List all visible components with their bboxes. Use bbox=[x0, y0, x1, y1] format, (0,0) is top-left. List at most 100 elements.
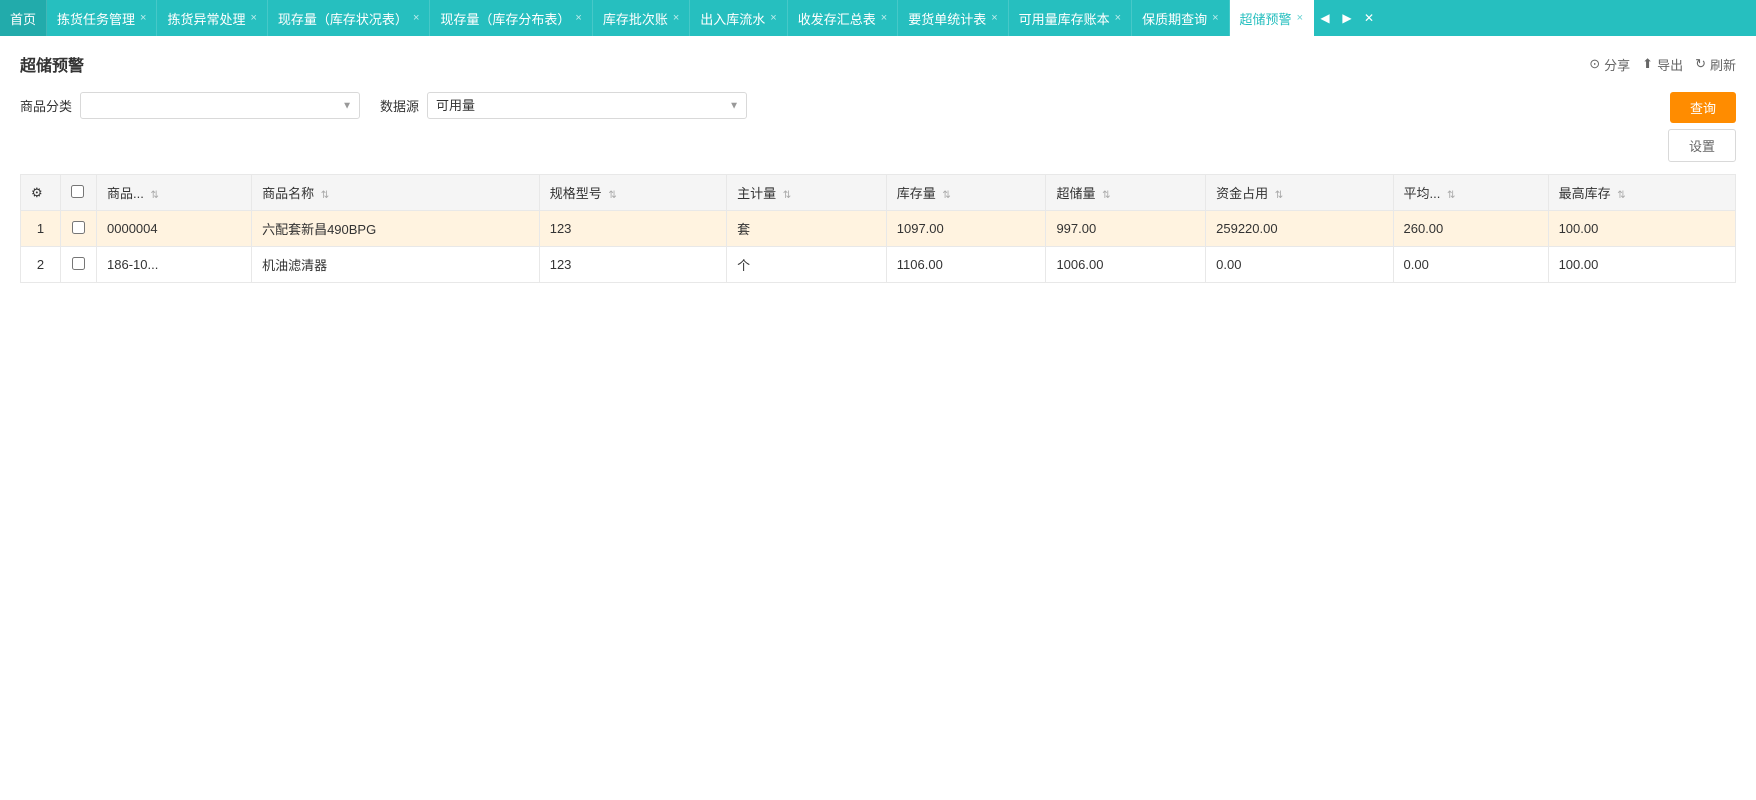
filter-group: 商品分类 数据源 可用量 库存量 bbox=[20, 92, 747, 119]
nav-next-button[interactable]: ▶ bbox=[1336, 0, 1358, 36]
col-checkbox bbox=[61, 175, 97, 211]
table-row: 2 186-10... 机油滤清器 123 个 1106.00 1006.00 … bbox=[21, 247, 1736, 283]
row-checkbox-cell bbox=[61, 211, 97, 247]
data-table: ⚙ 商品... ⇅ 商品名称 ⇅ 规格型号 ⇅ 主计量 bbox=[20, 174, 1736, 283]
header-actions: ⊙ 分享 ⬆ 导出 ↻ 刷新 bbox=[1589, 55, 1736, 74]
refresh-icon: ↻ bbox=[1695, 56, 1706, 72]
datasource-label: 数据源 bbox=[380, 96, 419, 115]
row-overstock: 1006.00 bbox=[1046, 247, 1206, 283]
datasource-select-wrapper: 可用量 库存量 bbox=[427, 92, 747, 119]
col-settings: ⚙ bbox=[21, 175, 61, 211]
row-code: 0000004 bbox=[97, 211, 252, 247]
table-row: 1 0000004 六配套新昌490BPG 123 套 1097.00 997.… bbox=[21, 211, 1736, 247]
close-icon[interactable]: × bbox=[770, 12, 776, 24]
page-content: 超储预警 ⊙ 分享 ⬆ 导出 ↻ 刷新 商品分类 bbox=[0, 36, 1756, 800]
close-icon[interactable]: × bbox=[250, 12, 256, 24]
gear-icon[interactable]: ⚙ bbox=[31, 185, 43, 200]
category-select-wrapper bbox=[80, 92, 360, 119]
col-overstock[interactable]: 超储量 ⇅ bbox=[1046, 175, 1206, 211]
sort-icon-maxstock: ⇅ bbox=[1617, 190, 1625, 201]
col-maxstock[interactable]: 最高库存 ⇅ bbox=[1548, 175, 1735, 211]
category-select[interactable] bbox=[80, 92, 360, 119]
export-button[interactable]: ⬆ 导出 bbox=[1642, 55, 1683, 74]
datasource-select[interactable]: 可用量 库存量 bbox=[427, 92, 747, 119]
sort-icon-capital: ⇅ bbox=[1275, 190, 1283, 201]
row-code: 186-10... bbox=[97, 247, 252, 283]
nav-item-flow[interactable]: 出入库流水 × bbox=[690, 0, 787, 36]
nav-item-batch[interactable]: 库存批次账 × bbox=[593, 0, 690, 36]
row-num: 1 bbox=[21, 211, 61, 247]
row-checkbox[interactable] bbox=[72, 257, 85, 270]
row-avg: 0.00 bbox=[1393, 247, 1548, 283]
table-header-row: ⚙ 商品... ⇅ 商品名称 ⇅ 规格型号 ⇅ 主计量 bbox=[21, 175, 1736, 211]
col-capital[interactable]: 资金占用 ⇅ bbox=[1206, 175, 1393, 211]
sort-icon-spec: ⇅ bbox=[608, 190, 616, 201]
category-label: 商品分类 bbox=[20, 96, 72, 115]
row-overstock: 997.00 bbox=[1046, 211, 1206, 247]
row-capital: 259220.00 bbox=[1206, 211, 1393, 247]
category-filter: 商品分类 bbox=[20, 92, 360, 119]
close-icon[interactable]: × bbox=[575, 12, 581, 24]
col-spec[interactable]: 规格型号 ⇅ bbox=[539, 175, 726, 211]
button-group: 查询 设置 bbox=[1660, 92, 1736, 162]
close-icon[interactable]: × bbox=[881, 12, 887, 24]
row-unit: 个 bbox=[727, 247, 887, 283]
datasource-filter: 数据源 可用量 库存量 bbox=[380, 92, 747, 119]
close-icon[interactable]: × bbox=[1212, 12, 1218, 24]
row-maxstock: 100.00 bbox=[1548, 211, 1735, 247]
nav-item-quality[interactable]: 保质期查询 × bbox=[1132, 0, 1229, 36]
share-button[interactable]: ⊙ 分享 bbox=[1589, 55, 1630, 74]
close-icon[interactable]: × bbox=[1297, 12, 1303, 24]
sort-icon-overstock: ⇅ bbox=[1102, 190, 1110, 201]
nav-item-order-stat[interactable]: 要货单统计表 × bbox=[898, 0, 1008, 36]
sort-icon-unit: ⇅ bbox=[783, 190, 791, 201]
row-num: 2 bbox=[21, 247, 61, 283]
select-all-checkbox[interactable] bbox=[71, 185, 84, 198]
sort-icon-avg: ⇅ bbox=[1447, 190, 1455, 201]
nav-item-exception[interactable]: 拣货异常处理 × bbox=[157, 0, 267, 36]
table-body: 1 0000004 六配套新昌490BPG 123 套 1097.00 997.… bbox=[21, 211, 1736, 283]
col-avg[interactable]: 平均... ⇅ bbox=[1393, 175, 1548, 211]
nav-item-task[interactable]: 拣货任务管理 × bbox=[47, 0, 157, 36]
page-header: 超储预警 ⊙ 分享 ⬆ 导出 ↻ 刷新 bbox=[20, 52, 1736, 76]
nav-item-stock-dist[interactable]: 现存量（库存分布表） × bbox=[430, 0, 592, 36]
nav-close-button[interactable]: ✕ bbox=[1358, 0, 1380, 36]
nav-prev-button[interactable]: ◀ bbox=[1314, 0, 1336, 36]
close-icon[interactable]: × bbox=[991, 12, 997, 24]
row-checkbox-cell bbox=[61, 247, 97, 283]
refresh-button[interactable]: ↻ 刷新 bbox=[1695, 55, 1736, 74]
query-button[interactable]: 查询 bbox=[1670, 92, 1736, 123]
close-icon[interactable]: × bbox=[1115, 12, 1121, 24]
row-name: 机油滤清器 bbox=[252, 247, 540, 283]
sort-icon-code: ⇅ bbox=[150, 190, 158, 201]
close-icon[interactable]: × bbox=[673, 12, 679, 24]
col-name[interactable]: 商品名称 ⇅ bbox=[252, 175, 540, 211]
nav-item-summary[interactable]: 收发存汇总表 × bbox=[788, 0, 898, 36]
row-spec: 123 bbox=[539, 247, 726, 283]
row-maxstock: 100.00 bbox=[1548, 247, 1735, 283]
filter-area: 商品分类 数据源 可用量 库存量 查询 设置 bbox=[20, 92, 1736, 162]
sort-icon-name: ⇅ bbox=[321, 190, 329, 201]
nav-item-overstock[interactable]: 超储预警 × bbox=[1230, 0, 1314, 36]
nav-item-stock-status[interactable]: 现存量（库存状况表） × bbox=[268, 0, 430, 36]
row-stock: 1097.00 bbox=[886, 211, 1046, 247]
export-icon: ⬆ bbox=[1642, 56, 1653, 72]
col-stock[interactable]: 库存量 ⇅ bbox=[886, 175, 1046, 211]
col-code[interactable]: 商品... ⇅ bbox=[97, 175, 252, 211]
row-capital: 0.00 bbox=[1206, 247, 1393, 283]
row-spec: 123 bbox=[539, 211, 726, 247]
row-checkbox[interactable] bbox=[72, 221, 85, 234]
top-nav: 首页 拣货任务管理 × 拣货异常处理 × 现存量（库存状况表） × 现存量（库存… bbox=[0, 0, 1756, 36]
col-unit[interactable]: 主计量 ⇅ bbox=[727, 175, 887, 211]
close-icon[interactable]: × bbox=[140, 12, 146, 24]
row-unit: 套 bbox=[727, 211, 887, 247]
nav-item-available[interactable]: 可用量库存账本 × bbox=[1009, 0, 1132, 36]
close-icon[interactable]: × bbox=[413, 12, 419, 24]
row-stock: 1106.00 bbox=[886, 247, 1046, 283]
page-title: 超储预警 bbox=[20, 52, 84, 76]
nav-item-home[interactable]: 首页 bbox=[0, 0, 47, 36]
share-icon: ⊙ bbox=[1589, 56, 1600, 72]
settings-button[interactable]: 设置 bbox=[1668, 129, 1736, 162]
sort-icon-stock: ⇅ bbox=[942, 190, 950, 201]
row-avg: 260.00 bbox=[1393, 211, 1548, 247]
